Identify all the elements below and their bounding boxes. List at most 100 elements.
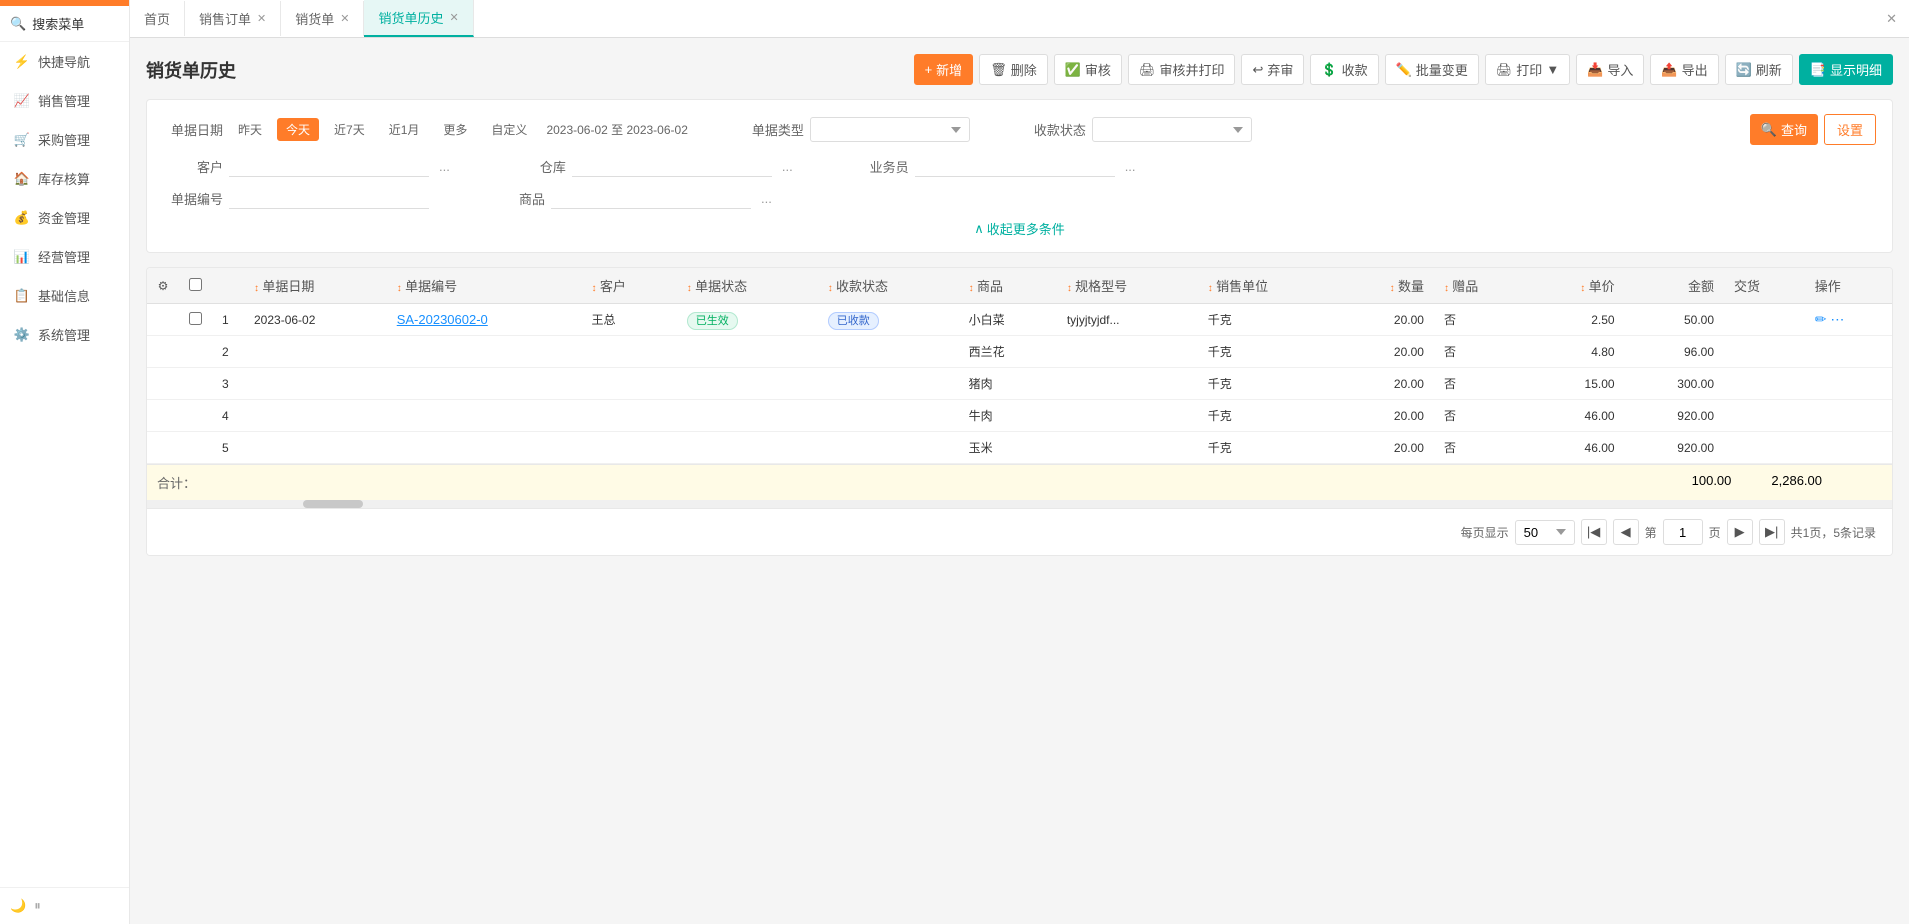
salesperson-input[interactable] xyxy=(915,155,1115,177)
warehouse-input[interactable] xyxy=(572,155,772,177)
collapse-button[interactable]: ∧ 收起更多条件 xyxy=(974,219,1065,238)
sidebar-item-quick-nav[interactable]: ⚡ 快捷导航 xyxy=(0,42,129,81)
row-goods: 玉米 xyxy=(959,432,1057,464)
edit-icon[interactable]: ✏ xyxy=(1815,311,1827,328)
row-checkbox[interactable] xyxy=(179,336,212,368)
scroll-thumb[interactable] xyxy=(303,500,363,508)
col-spec[interactable]: ↕ 规格型号 xyxy=(1057,268,1198,304)
col-unit[interactable]: ↕ 销售单位 xyxy=(1198,268,1339,304)
date-btn-7days[interactable]: 近7天 xyxy=(325,118,374,141)
row-checkbox[interactable] xyxy=(179,304,212,336)
sidebar-item-purchase-mgmt[interactable]: 🛒 采购管理 xyxy=(0,120,129,159)
sidebar-item-label: 采购管理 xyxy=(38,130,90,149)
customer-dots[interactable]: ... xyxy=(439,159,450,174)
add-button[interactable]: + 新增 xyxy=(914,54,974,85)
abandon-button[interactable]: ↩ 弃审 xyxy=(1241,54,1304,85)
first-page-btn[interactable]: |◀ xyxy=(1581,519,1607,545)
col-goods[interactable]: ↕ 商品 xyxy=(959,268,1057,304)
tab-sales-order-close[interactable]: ✕ xyxy=(257,12,266,25)
print-button[interactable]: 🖨 打印 ▼ xyxy=(1485,54,1570,85)
import-button[interactable]: 📥 导入 xyxy=(1576,54,1644,85)
tab-close-all[interactable]: ✕ xyxy=(1874,11,1909,27)
sidebar-item-operations[interactable]: 📊 经营管理 xyxy=(0,237,129,276)
date-btn-custom[interactable]: 自定义 xyxy=(482,118,536,141)
row-doc-status xyxy=(677,432,818,464)
customer-label: 客户 xyxy=(163,157,223,176)
salesperson-dots[interactable]: ... xyxy=(1125,159,1136,174)
batch-change-button[interactable]: ✏️ 批量变更 xyxy=(1385,54,1479,85)
tab-sales-delivery[interactable]: 销货单 ✕ xyxy=(281,1,364,36)
row-checkbox[interactable] xyxy=(179,432,212,464)
audit-print-button[interactable]: 🖨 审核并打印 xyxy=(1128,54,1236,85)
delete-button[interactable]: 🗑 删除 xyxy=(979,54,1048,85)
col-collect-status[interactable]: ↕ 收款状态 xyxy=(818,268,959,304)
col-doc-no[interactable]: ↕ 单据编号 xyxy=(387,268,582,304)
sidebar-item-sys-mgmt[interactable]: ⚙️ 系统管理 xyxy=(0,315,129,354)
tab-sales-delivery-close[interactable]: ✕ xyxy=(340,12,349,25)
per-page-select[interactable]: 50 xyxy=(1515,520,1575,545)
col-doc-status[interactable]: ↕ 单据状态 xyxy=(677,268,818,304)
doctype-select[interactable] xyxy=(810,117,970,142)
tab-home[interactable]: 首页 xyxy=(130,1,185,36)
filter-collect-status-group: 收款状态 xyxy=(1026,117,1252,142)
sidebar-bottom-icon2[interactable]: ⏸ xyxy=(34,898,41,914)
row-checkbox[interactable] xyxy=(179,368,212,400)
settings-button[interactable]: 设置 xyxy=(1824,114,1876,145)
date-btn-yesterday[interactable]: 昨天 xyxy=(229,118,271,141)
sidebar-item-basic-info[interactable]: 📋 基础信息 xyxy=(0,276,129,315)
tab-sales-order[interactable]: 销售订单 ✕ xyxy=(185,1,281,36)
sidebar-search[interactable]: 🔍 搜索菜单 xyxy=(0,6,129,42)
col-doc-date[interactable]: ↕ 单据日期 xyxy=(244,268,387,304)
row-doc-no[interactable] xyxy=(387,336,582,368)
tab-sales-history[interactable]: 销货单历史 ✕ xyxy=(364,0,473,37)
row-gift: 否 xyxy=(1434,304,1529,336)
row-action xyxy=(1805,400,1892,432)
date-btn-1month[interactable]: 近1月 xyxy=(380,118,429,141)
sidebar-item-finance[interactable]: 💰 资金管理 xyxy=(0,198,129,237)
tab-sales-history-close[interactable]: ✕ xyxy=(450,11,459,24)
col-qty[interactable]: ↕ 数量 xyxy=(1339,268,1434,304)
col-amount[interactable]: 金额 xyxy=(1625,268,1724,304)
filter-customer-group: 客户 ... xyxy=(163,155,450,177)
more-icon[interactable]: ⋯ xyxy=(1830,311,1844,328)
abandon-icon: ↩ xyxy=(1252,62,1263,78)
row-gift: 否 xyxy=(1434,368,1529,400)
col-customer[interactable]: ↕ 客户 xyxy=(581,268,676,304)
row-doc-no[interactable] xyxy=(387,432,582,464)
prev-page-btn[interactable]: ◀ xyxy=(1613,519,1639,545)
audit-button[interactable]: ✅ 审核 xyxy=(1054,54,1122,85)
refresh-button[interactable]: 🔄 刷新 xyxy=(1725,54,1793,85)
row-checkbox[interactable] xyxy=(179,400,212,432)
customer-input[interactable] xyxy=(229,155,429,177)
query-button[interactable]: 🔍 查询 xyxy=(1750,114,1818,145)
row-doc-no[interactable] xyxy=(387,368,582,400)
export-button[interactable]: 📤 导出 xyxy=(1650,54,1718,85)
table-scrollbar[interactable] xyxy=(147,500,1892,508)
col-action: 操作 xyxy=(1805,268,1892,304)
date-btn-today[interactable]: 今天 xyxy=(277,118,319,141)
sidebar-item-inventory[interactable]: 🏠 库存核算 xyxy=(0,159,129,198)
warehouse-dots[interactable]: ... xyxy=(782,159,793,174)
col-price[interactable]: ↕ 单价 xyxy=(1529,268,1624,304)
sidebar-item-sales-mgmt[interactable]: 📈 销售管理 xyxy=(0,81,129,120)
row-action xyxy=(1805,336,1892,368)
goods-dots[interactable]: ... xyxy=(761,191,772,206)
col-gear[interactable]: ⚙ xyxy=(147,268,179,304)
collect-status-select[interactable] xyxy=(1092,117,1252,142)
col-delivery[interactable]: 交货 xyxy=(1724,268,1805,304)
show-detail-button[interactable]: 📑 显示明细 xyxy=(1799,54,1893,85)
next-page-btn[interactable]: ▶ xyxy=(1727,519,1753,545)
goods-input[interactable] xyxy=(551,187,751,209)
sidebar-bottom-icon1[interactable]: 🌙 xyxy=(10,898,26,914)
last-page-btn[interactable]: ▶| xyxy=(1759,519,1785,545)
row-doc-no[interactable] xyxy=(387,400,582,432)
page-input[interactable] xyxy=(1663,519,1703,545)
select-all-checkbox[interactable] xyxy=(189,278,202,291)
row-doc-no[interactable]: SA-20230602-0 xyxy=(387,304,582,336)
date-btn-more[interactable]: 更多 xyxy=(434,118,476,141)
row-collect-status xyxy=(818,400,959,432)
docno-input[interactable] xyxy=(229,187,429,209)
quick-nav-icon: ⚡ xyxy=(14,54,30,70)
collect-button[interactable]: 💲 收款 xyxy=(1310,54,1378,85)
col-gift[interactable]: ↕ 赠品 xyxy=(1434,268,1529,304)
